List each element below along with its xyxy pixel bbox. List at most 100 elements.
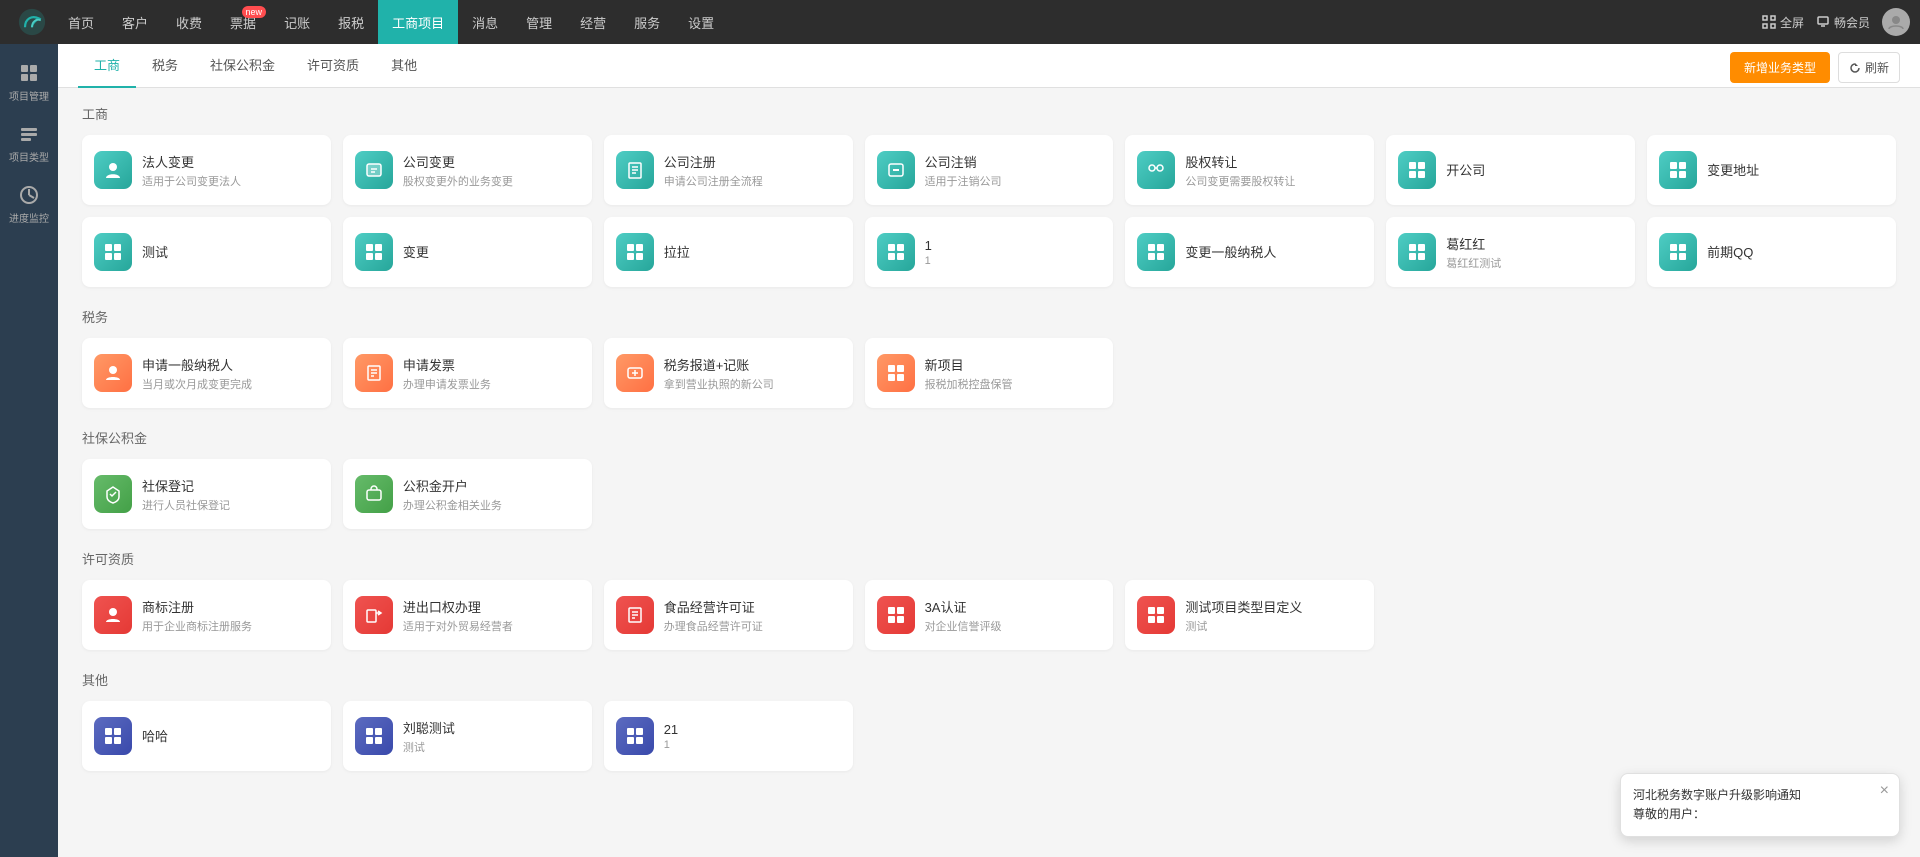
card-xin-xiangmu[interactable]: 新项目 报税加税控盘保管 (865, 338, 1114, 408)
card-title: 公司注销 (925, 152, 1102, 171)
nav-fee[interactable]: 收费 (162, 0, 216, 44)
notification-close-button[interactable]: × (1880, 782, 1889, 800)
new-type-button[interactable]: 新增业务类型 (1730, 52, 1830, 83)
section-shebao-title: 社保公积金 (82, 428, 1896, 447)
card-desc: 葛红红测试 (1446, 255, 1623, 271)
sidebar-item-project-manage[interactable]: 项目管理 (0, 52, 58, 113)
project-manage-icon (18, 62, 40, 84)
card-title: 商标注册 (142, 597, 319, 616)
card-desc: 办理食品经营许可证 (664, 618, 841, 634)
card-shenqing-fapiao[interactable]: 申请发票 办理申请发票业务 (343, 338, 592, 408)
nav-manage[interactable]: 管理 (512, 0, 566, 44)
nav-tax[interactable]: 报税 (324, 0, 378, 44)
sidebar-item-project-type[interactable]: 项目类型 (0, 113, 58, 174)
card-icon (1659, 233, 1697, 271)
card-desc: 办理申请发票业务 (403, 376, 580, 392)
card-title: 公司变更 (403, 152, 580, 171)
card-ceshi-xiangmu[interactable]: 测试项目类型目定义 测试 (1125, 580, 1374, 650)
card-icon (355, 354, 393, 392)
tab-gongshang[interactable]: 工商 (78, 44, 136, 88)
card-title: 开公司 (1446, 160, 1623, 179)
card-title: 社保登记 (142, 476, 319, 495)
card-icon (616, 354, 654, 392)
nav-business[interactable]: 经营 (566, 0, 620, 44)
card-desc: 适用于对外贸易经营者 (403, 618, 580, 634)
scroll-area[interactable]: 工商 法人变更 适用于公司变更法人 公司变更 (58, 88, 1920, 857)
card-guquan-zhuanrang[interactable]: 股权转让 公司变更需要股权转让 (1125, 135, 1374, 205)
nav-bookkeeping[interactable]: 记账 (270, 0, 324, 44)
card-desc: 报税加税控盘保管 (925, 376, 1102, 392)
logo[interactable] (10, 0, 54, 44)
card-title: 刘聪测试 (403, 718, 580, 737)
card-biangeng-dizhi[interactable]: 变更地址 (1647, 135, 1896, 205)
nav-items: 首页 客户 收费 票据 new 记账 报税 工商项目 消息 管理 经营 服务 设… (54, 0, 1762, 44)
card-gongsi-biangeng[interactable]: 公司变更 股权变更外的业务变更 (343, 135, 592, 205)
shebao-cards: 社保登记 进行人员社保登记 公积金开户 办理公积金相关业务 (82, 459, 1896, 529)
card-icon (355, 717, 393, 755)
card-shuiwu-baodao[interactable]: 税务报道+记账 拿到营业执照的新公司 (604, 338, 853, 408)
sidebar-label-project-manage: 项目管理 (9, 88, 49, 103)
nav-settings[interactable]: 设置 (674, 0, 728, 44)
section-gongshang-title: 工商 (82, 104, 1896, 123)
card-icon (877, 233, 915, 271)
card-desc: 1 (925, 255, 1102, 267)
card-shenqing-nashui[interactable]: 申请一般纳税人 当月或次月成变更完成 (82, 338, 331, 408)
card-qianqi-qq[interactable]: 前期QQ (1647, 217, 1896, 287)
card-title: 变更地址 (1707, 160, 1884, 179)
notification-text: 河北税务数字账户升级影响通知 尊敬的用户： (1633, 786, 1887, 824)
card-icon (877, 151, 915, 189)
card-icon (616, 233, 654, 271)
card-ceshi[interactable]: 测试 (82, 217, 331, 287)
fullscreen-button[interactable]: 全屏 (1762, 14, 1804, 31)
tab-bar: 工商 税务 社保公积金 许可资质 其他 新增业务类型 刷新 (58, 44, 1920, 88)
card-title: 进出口权办理 (403, 597, 580, 616)
nav-home[interactable]: 首页 (54, 0, 108, 44)
card-icon (877, 596, 915, 634)
member-button[interactable]: 畅会员 (1816, 14, 1870, 31)
tab-xuke[interactable]: 许可资质 (291, 44, 375, 88)
card-falian-biangeng[interactable]: 法人变更 适用于公司变更法人 (82, 135, 331, 205)
card-21[interactable]: 21 1 (604, 701, 853, 771)
nav-right: 全屏 畅会员 (1762, 8, 1910, 36)
shuiwu-cards: 申请一般纳税人 当月或次月成变更完成 申请发票 办理申请发票业务 (82, 338, 1896, 408)
card-biangeng[interactable]: 变更 (343, 217, 592, 287)
card-title: 哈哈 (142, 726, 319, 745)
card-gongsi-zhuxiao[interactable]: 公司注销 适用于注销公司 (865, 135, 1114, 205)
member-icon (1816, 15, 1830, 29)
card-guhong[interactable]: 葛红红 葛红红测试 (1386, 217, 1635, 287)
sidebar: 项目管理 项目类型 进度监控 (0, 44, 58, 857)
card-1[interactable]: 1 1 (865, 217, 1114, 287)
nav-message[interactable]: 消息 (458, 0, 512, 44)
card-haha[interactable]: 哈哈 (82, 701, 331, 771)
nav-service[interactable]: 服务 (620, 0, 674, 44)
card-shipin-xuke[interactable]: 食品经营许可证 办理食品经营许可证 (604, 580, 853, 650)
avatar[interactable] (1882, 8, 1910, 36)
card-shebao-dengji[interactable]: 社保登记 进行人员社保登记 (82, 459, 331, 529)
card-title: 申请一般纳税人 (142, 355, 319, 374)
card-biangeng-nashui[interactable]: 变更一般纳税人 (1125, 217, 1374, 287)
sidebar-item-progress[interactable]: 进度监控 (0, 174, 58, 235)
card-liucong-ceshi[interactable]: 刘聪测试 测试 (343, 701, 592, 771)
card-kai-gongsi[interactable]: 开公司 (1386, 135, 1635, 205)
refresh-button[interactable]: 刷新 (1838, 52, 1900, 83)
member-label: 畅会员 (1834, 14, 1870, 31)
card-icon (616, 596, 654, 634)
card-icon-falian (94, 151, 132, 189)
card-desc: 适用于注销公司 (925, 173, 1102, 189)
nav-industry[interactable]: 工商项目 (378, 0, 458, 44)
card-jinchukouquan[interactable]: 进出口权办理 适用于对外贸易经营者 (343, 580, 592, 650)
tab-qita[interactable]: 其他 (375, 44, 433, 88)
nav-ticket[interactable]: 票据 new (216, 0, 270, 44)
card-title: 3A认证 (925, 597, 1102, 616)
card-shangbiao-zhuce[interactable]: 商标注册 用于企业商标注册服务 (82, 580, 331, 650)
card-gongjijin-kaihu[interactable]: 公积金开户 办理公积金相关业务 (343, 459, 592, 529)
card-gongsi-zhuce[interactable]: 公司注册 申请公司注册全流程 (604, 135, 853, 205)
tab-shuiwu[interactable]: 税务 (136, 44, 194, 88)
tab-shebao[interactable]: 社保公积金 (194, 44, 291, 88)
card-icon (355, 475, 393, 513)
card-lala[interactable]: 拉拉 (604, 217, 853, 287)
card-3a-renzheng[interactable]: 3A认证 对企业信誉评级 (865, 580, 1114, 650)
card-desc: 测试 (1185, 618, 1362, 634)
card-icon (1659, 151, 1697, 189)
nav-customer[interactable]: 客户 (108, 0, 162, 44)
